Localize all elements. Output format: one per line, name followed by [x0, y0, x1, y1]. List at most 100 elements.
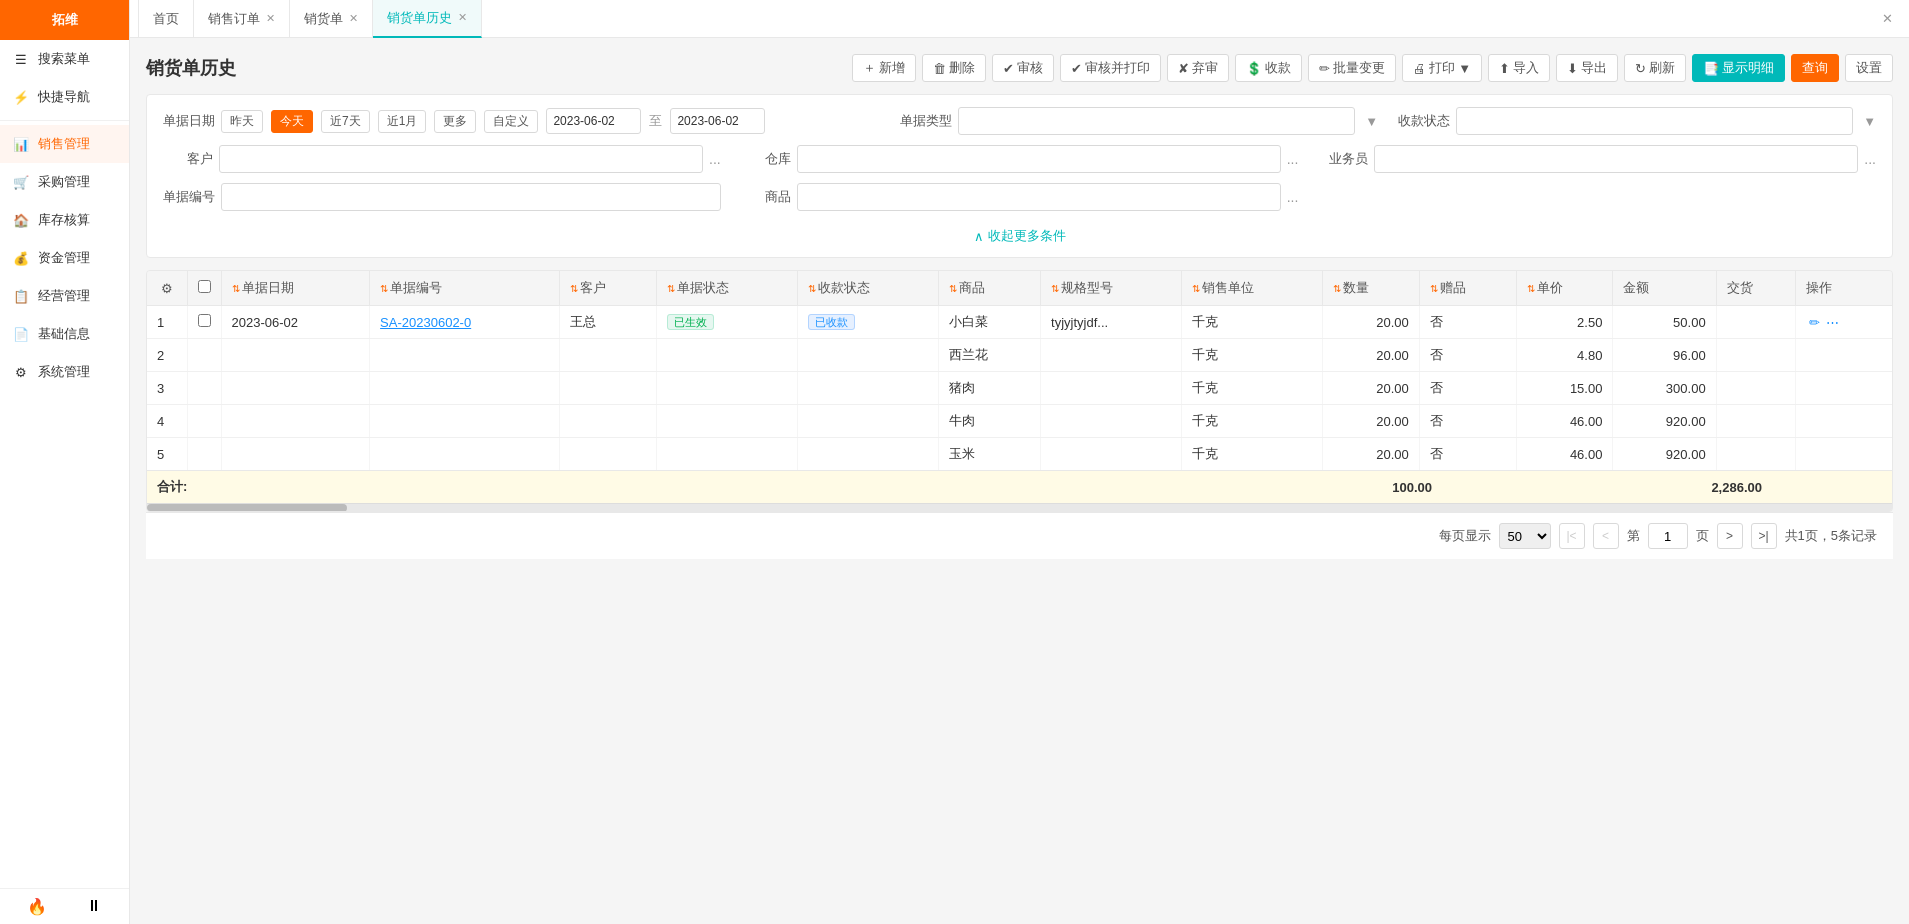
- tab-sales-order[interactable]: 销售订单 ✕: [194, 0, 290, 38]
- col-gear[interactable]: ⚙: [147, 271, 187, 306]
- sidebar-item-quick-nav[interactable]: ⚡ 快捷导航: [0, 78, 129, 116]
- col-gift[interactable]: ⇅赠品: [1419, 271, 1516, 306]
- filter-customer-input[interactable]: [219, 145, 703, 173]
- horizontal-scrollbar[interactable]: [147, 503, 1892, 511]
- settings-button[interactable]: 设置: [1845, 54, 1893, 82]
- delete-button[interactable]: 🗑 删除: [922, 54, 986, 82]
- sidebar-item-sales[interactable]: 📊 销售管理: [0, 125, 129, 163]
- select-all-checkbox[interactable]: [198, 280, 211, 293]
- col-price[interactable]: ⇅单价: [1516, 271, 1613, 306]
- col-doc-date[interactable]: ⇅单据日期: [221, 271, 370, 306]
- filter-product-input[interactable]: [797, 183, 1281, 211]
- cell-gift: 否: [1419, 438, 1516, 471]
- tab-sales-goods[interactable]: 销货单 ✕: [290, 0, 373, 38]
- cell-doc-date: [221, 339, 370, 372]
- date-quick-7days[interactable]: 近7天: [321, 110, 370, 133]
- date-quick-today[interactable]: 今天: [271, 110, 313, 133]
- date-quick-1month[interactable]: 近1月: [378, 110, 427, 133]
- filter-docno-input[interactable]: [221, 183, 721, 211]
- next-page-button[interactable]: >: [1717, 523, 1743, 549]
- tab-bar-close-all[interactable]: ✕: [1874, 11, 1901, 26]
- col-payment-status[interactable]: ⇅收款状态: [798, 271, 939, 306]
- col-customer[interactable]: ⇅客户: [560, 271, 657, 306]
- collect-button[interactable]: 💲 收款: [1235, 54, 1302, 82]
- tab-sales-history[interactable]: 销货单历史 ✕: [373, 0, 482, 38]
- per-page-select[interactable]: 20 50 100 200: [1499, 523, 1551, 549]
- cell-checkbox: [187, 339, 221, 372]
- cell-customer: [560, 438, 657, 471]
- filter-doc-type-input[interactable]: [958, 107, 1355, 135]
- last-page-button[interactable]: >|: [1751, 523, 1777, 549]
- add-button[interactable]: ＋ 新增: [852, 54, 916, 82]
- tab-sales-history-label: 销货单历史: [387, 9, 452, 27]
- print-button[interactable]: 🖨 打印 ▼: [1402, 54, 1482, 82]
- tab-sales-order-close[interactable]: ✕: [266, 12, 275, 25]
- date-quick-more[interactable]: 更多: [434, 110, 476, 133]
- col-doc-no[interactable]: ⇅单据编号: [370, 271, 560, 306]
- date-quick-custom[interactable]: 自定义: [484, 110, 538, 133]
- cell-customer: [560, 339, 657, 372]
- col-amount: 金额: [1613, 271, 1716, 306]
- sidebar-item-finance[interactable]: 💰 资金管理: [0, 239, 129, 277]
- filter-payment-status-input[interactable]: [1456, 107, 1853, 135]
- sidebar-item-ops[interactable]: 📋 经营管理: [0, 277, 129, 315]
- doc-status-badge: 已生效: [667, 314, 714, 330]
- col-qty[interactable]: ⇅数量: [1323, 271, 1420, 306]
- cell-unit: 千克: [1182, 405, 1323, 438]
- cell-product: 小白菜: [939, 306, 1041, 339]
- import-button[interactable]: ⬆ 导入: [1488, 54, 1550, 82]
- date-quick-yesterday[interactable]: 昨天: [221, 110, 263, 133]
- col-unit[interactable]: ⇅销售单位: [1182, 271, 1323, 306]
- export-button[interactable]: ⬇ 导出: [1556, 54, 1618, 82]
- show-detail-button[interactable]: 📑 显示明细: [1692, 54, 1785, 82]
- edit-action-btn[interactable]: ✏: [1806, 315, 1823, 330]
- first-page-button[interactable]: |<: [1559, 523, 1585, 549]
- audit-button[interactable]: ✔ 审核: [992, 54, 1054, 82]
- tab-sales-history-close[interactable]: ✕: [458, 11, 467, 24]
- col-product[interactable]: ⇅商品: [939, 271, 1041, 306]
- col-doc-status[interactable]: ⇅单据状态: [657, 271, 798, 306]
- date-from-input[interactable]: [546, 108, 641, 134]
- doc-no-link[interactable]: SA-20230602-0: [380, 315, 471, 330]
- refresh-icon: ↻: [1635, 61, 1646, 76]
- more-action-btn[interactable]: ⋯: [1823, 315, 1842, 330]
- tab-sales-goods-close[interactable]: ✕: [349, 12, 358, 25]
- tab-home[interactable]: 首页: [138, 0, 194, 38]
- page-number-input[interactable]: [1648, 523, 1688, 549]
- refresh-button[interactable]: ↻ 刷新: [1624, 54, 1686, 82]
- filter-customer-dots[interactable]: ...: [709, 151, 721, 167]
- collect-icon: 💲: [1246, 61, 1262, 76]
- cell-doc-no: [370, 339, 560, 372]
- bottom-icon-pause[interactable]: ⏸: [86, 897, 102, 916]
- batch-change-button[interactable]: ✏ 批量变更: [1308, 54, 1396, 82]
- filter-agent-item: 业务员 ...: [1318, 145, 1876, 173]
- col-spec[interactable]: ⇅规格型号: [1041, 271, 1182, 306]
- filter-more-toggle[interactable]: ∧ 收起更多条件: [163, 221, 1876, 245]
- filter-product-dots[interactable]: ...: [1287, 189, 1299, 205]
- query-button[interactable]: 查询: [1791, 54, 1839, 82]
- sidebar-item-purchase[interactable]: 🛒 采购管理: [0, 163, 129, 201]
- cell-rowno: 4: [147, 405, 187, 438]
- import-icon: ⬆: [1499, 61, 1510, 76]
- show-detail-icon: 📑: [1703, 61, 1719, 76]
- cell-trade: [1716, 339, 1796, 372]
- abandon-button[interactable]: ✘ 弃审: [1167, 54, 1229, 82]
- date-to-input[interactable]: [670, 108, 765, 134]
- row-checkbox[interactable]: [198, 314, 211, 327]
- sidebar-item-basic[interactable]: 📄 基础信息: [0, 315, 129, 353]
- filter-warehouse-dots[interactable]: ...: [1287, 151, 1299, 167]
- prev-page-button[interactable]: <: [1593, 523, 1619, 549]
- bottom-icon-fire[interactable]: 🔥: [27, 897, 47, 916]
- cell-trade: [1716, 306, 1796, 339]
- filter-agent-dots[interactable]: ...: [1864, 151, 1876, 167]
- audit-print-button[interactable]: ✔ 审核并打印: [1060, 54, 1161, 82]
- filter-warehouse-input[interactable]: [797, 145, 1281, 173]
- cell-payment-status: [798, 438, 939, 471]
- cell-gift: 否: [1419, 306, 1516, 339]
- table-row: 4牛肉千克20.00否46.00920.00: [147, 405, 1892, 438]
- sidebar-item-search-menu[interactable]: ☰ 搜索菜单: [0, 40, 129, 78]
- sidebar-item-system[interactable]: ⚙ 系统管理: [0, 353, 129, 391]
- cell-rowno: 2: [147, 339, 187, 372]
- filter-agent-input[interactable]: [1374, 145, 1858, 173]
- sidebar-item-inventory[interactable]: 🏠 库存核算: [0, 201, 129, 239]
